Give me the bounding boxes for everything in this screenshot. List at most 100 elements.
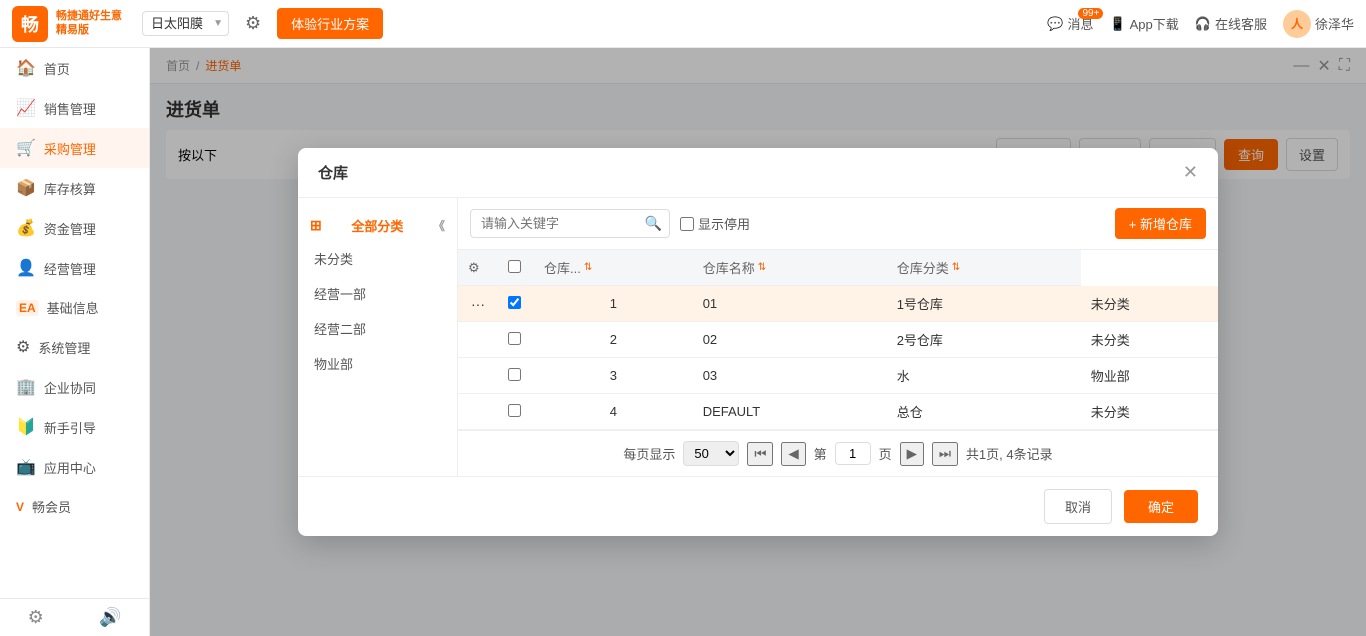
sidebar-label-finance: 资金管理 xyxy=(44,219,96,238)
headset-icon: 🎧 xyxy=(1195,16,1211,32)
sidebar-item-membership[interactable]: V 畅会员 xyxy=(0,487,149,526)
modal-header: 仓库 ✕ xyxy=(298,148,1218,198)
last-page-button[interactable]: ⏭ xyxy=(932,442,958,466)
table-row[interactable]: 303水物业部 xyxy=(458,358,1218,394)
sidebar-item-enterprise[interactable]: 🏢 企业协同 xyxy=(0,367,149,407)
membership-icon: V xyxy=(16,500,24,514)
sidebar-item-purchase[interactable]: 🛒 采购管理 xyxy=(0,128,149,168)
sidebar-label-app-center: 应用中心 xyxy=(44,458,96,477)
row-name: 水 xyxy=(887,358,1081,394)
row-checkbox-cell xyxy=(498,286,534,322)
store-select[interactable]: 日太阳膜 xyxy=(142,11,229,36)
page-input[interactable] xyxy=(835,442,871,465)
table-row[interactable]: 4DEFAULT总仓未分类 xyxy=(458,394,1218,430)
sales-icon: 📈 xyxy=(16,98,36,118)
row-name: 总仓 xyxy=(887,394,1081,430)
sidebar-item-app-center[interactable]: 📺 应用中心 xyxy=(0,447,149,487)
sort-category-icon: ⇅ xyxy=(952,262,960,273)
page-size-label: 每页显示 xyxy=(623,444,675,463)
store-selector[interactable]: 日太阳膜 ▼ xyxy=(130,11,229,36)
brand-name: 畅捷通好生意 精易版 xyxy=(56,10,122,36)
th-gear: ⚙ xyxy=(458,250,498,286)
sidebar-item-home[interactable]: 🏠 首页 xyxy=(0,48,149,88)
row-checkbox[interactable] xyxy=(508,404,521,417)
sidebar-item-operations[interactable]: 👤 经营管理 xyxy=(0,248,149,288)
modal-close-button[interactable]: ✕ xyxy=(1183,162,1198,183)
table-wrapper: ⚙ 仓库... ⇅ xyxy=(458,250,1218,430)
row-checkbox-cell xyxy=(498,322,534,358)
app-center-icon: 📺 xyxy=(16,457,36,477)
row-category: 未分类 xyxy=(1081,322,1218,358)
guide-icon: 🔰 xyxy=(16,417,36,437)
row-checkbox[interactable] xyxy=(508,332,521,345)
search-icon[interactable]: 🔍 xyxy=(645,215,662,232)
finance-icon: 💰 xyxy=(16,218,36,238)
category-all[interactable]: ⊞ 全部分类 《 xyxy=(298,210,457,241)
show-disabled-label[interactable]: 显示停用 xyxy=(680,214,750,233)
category-grid-icon: ⊞ xyxy=(310,217,322,234)
sidebar-item-system[interactable]: ⚙ 系统管理 xyxy=(0,327,149,367)
user-button[interactable]: 人 徐泽华 xyxy=(1283,10,1354,38)
message-icon: 💬 xyxy=(1047,16,1063,32)
layout: 🏠 首页 📈 销售管理 🛒 采购管理 📦 库存核算 💰 资金管理 👤 经营管理 … xyxy=(0,48,1366,636)
category-item-unclassified[interactable]: 未分类 xyxy=(298,241,457,276)
app-download-button[interactable]: 📱 App下载 xyxy=(1109,14,1178,33)
settings-bottom-icon[interactable]: ⚙ xyxy=(28,607,44,628)
operations-icon: 👤 xyxy=(16,258,36,278)
first-page-button[interactable]: ⏮ xyxy=(747,442,773,466)
row-category: 物业部 xyxy=(1081,358,1218,394)
page-summary: 共1页, 4条记录 xyxy=(966,444,1053,463)
search-input[interactable] xyxy=(470,209,670,238)
sidebar-item-finance[interactable]: 💰 资金管理 xyxy=(0,208,149,248)
row-name: 1号仓库 xyxy=(887,286,1081,322)
modal-footer: 取消 确定 xyxy=(298,476,1218,536)
cancel-button[interactable]: 取消 xyxy=(1044,489,1112,524)
row-checkbox[interactable] xyxy=(508,368,521,381)
gear-icon[interactable]: ⚙ xyxy=(245,13,261,34)
warehouse-table: ⚙ 仓库... ⇅ xyxy=(458,250,1218,430)
row-gear xyxy=(458,322,498,358)
basic-info-icon: EA xyxy=(16,300,39,316)
row-number: 2 xyxy=(534,322,693,358)
table-row[interactable]: 2022号仓库未分类 xyxy=(458,322,1218,358)
message-badge: 99+ xyxy=(1078,8,1103,19)
category-panel: ⊞ 全部分类 《 未分类 经营一部 经营二部 物业部 xyxy=(298,198,458,476)
modal-overlay: 仓库 ✕ ⊞ 全部分类 《 未分类 经营一部 经营二部 xyxy=(150,48,1366,636)
page-size-select[interactable]: 50 10 20 100 xyxy=(683,441,739,466)
message-button[interactable]: 💬 消息 99+ xyxy=(1047,14,1093,33)
sidebar-label-purchase: 采购管理 xyxy=(44,139,96,158)
row-code: DEFAULT xyxy=(693,394,887,430)
category-item-property[interactable]: 物业部 xyxy=(298,346,457,381)
prev-page-button[interactable]: ◀ xyxy=(781,442,805,466)
app-icon: 📱 xyxy=(1109,16,1125,32)
audio-icon[interactable]: 🔊 xyxy=(99,607,121,628)
table-panel: 🔍 显示停用 + 新增仓库 xyxy=(458,198,1218,476)
confirm-button[interactable]: 确定 xyxy=(1124,490,1198,523)
row-code: 01 xyxy=(693,286,887,322)
table-body: ···1011号仓库未分类2022号仓库未分类303水物业部4DEFAULT总仓… xyxy=(458,286,1218,430)
home-icon: 🏠 xyxy=(16,58,36,78)
purchase-icon: 🛒 xyxy=(16,138,36,158)
service-button[interactable]: 🎧 在线客服 xyxy=(1195,14,1267,33)
add-warehouse-button[interactable]: + 新增仓库 xyxy=(1115,208,1206,239)
gear-header-icon: ⚙ xyxy=(468,260,480,275)
sidebar-item-inventory[interactable]: 📦 库存核算 xyxy=(0,168,149,208)
category-item-dept2[interactable]: 经营二部 xyxy=(298,311,457,346)
table-row[interactable]: ···1011号仓库未分类 xyxy=(458,286,1218,322)
table-toolbar: 🔍 显示停用 + 新增仓库 xyxy=(458,198,1218,250)
sidebar-item-sales[interactable]: 📈 销售管理 xyxy=(0,88,149,128)
row-checkbox[interactable] xyxy=(508,296,521,309)
th-checkbox xyxy=(498,250,534,286)
page-word: 页 xyxy=(879,444,892,463)
topbar: 畅 畅捷通好生意 精易版 日太阳膜 ▼ ⚙ 体验行业方案 💬 消息 99+ 📱 … xyxy=(0,0,1366,48)
collapse-button[interactable]: 《 xyxy=(433,217,445,234)
sidebar-item-guide[interactable]: 🔰 新手引导 xyxy=(0,407,149,447)
show-disabled-checkbox[interactable] xyxy=(680,217,694,231)
select-all-checkbox[interactable] xyxy=(508,260,521,273)
trial-button[interactable]: 体验行业方案 xyxy=(277,8,383,39)
sidebar-label-guide: 新手引导 xyxy=(44,418,96,437)
next-page-button[interactable]: ▶ xyxy=(900,442,924,466)
warehouse-modal: 仓库 ✕ ⊞ 全部分类 《 未分类 经营一部 经营二部 xyxy=(298,148,1218,536)
sidebar-item-basic-info[interactable]: EA 基础信息 xyxy=(0,288,149,327)
category-item-dept1[interactable]: 经营一部 xyxy=(298,276,457,311)
